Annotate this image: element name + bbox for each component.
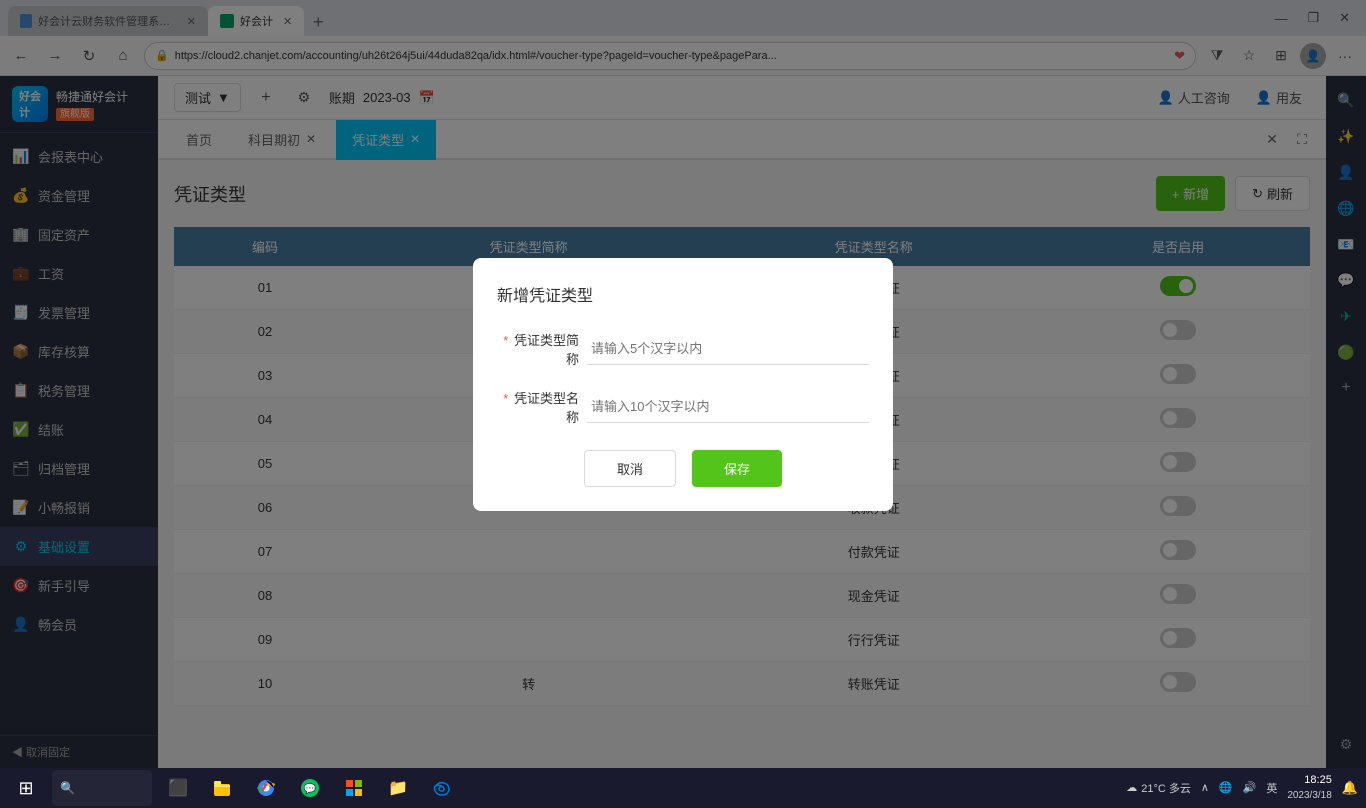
required-mark-name: *: [503, 391, 508, 406]
modal-overlay: 新增凭证类型 * 凭证类型简称 * 凭证类型名称 取消 保存: [0, 0, 1366, 768]
start-btn[interactable]: ⊞: [8, 770, 44, 806]
volume-icon: 🔊: [1243, 781, 1257, 794]
taskbar-up-arrow[interactable]: ∧: [1201, 781, 1209, 794]
form-item-name: * 凭证类型名称: [497, 388, 869, 426]
notification-btn[interactable]: 🔔: [1342, 780, 1358, 796]
search-taskbar-btn[interactable]: 🔍: [52, 770, 152, 806]
wechat-btn[interactable]: 💬: [292, 770, 328, 806]
short-input[interactable]: [587, 333, 869, 365]
taskbar-folder-btn[interactable]: 📁: [380, 770, 416, 806]
edge-taskbar-btn[interactable]: [424, 770, 460, 806]
modal-title: 新增凭证类型: [497, 282, 869, 306]
weather-icon: ☁: [1126, 781, 1137, 794]
taskbar-date: 2023/3/18: [1287, 789, 1332, 803]
name-input[interactable]: [587, 391, 869, 423]
cancel-button[interactable]: 取消: [584, 450, 676, 487]
taskbar-lang[interactable]: 英: [1266, 780, 1277, 796]
taskbar-right: ☁ 21°C 多云 ∧ 🌐 🔊 英 18:25 2023/3/18 🔔: [1126, 773, 1358, 802]
chrome-btn[interactable]: [248, 770, 284, 806]
svg-text:💬: 💬: [304, 782, 317, 795]
wifi-icon: 🌐: [1219, 781, 1233, 794]
weather-temp: 21°C 多云: [1141, 780, 1191, 796]
weather-info: ☁ 21°C 多云: [1126, 780, 1191, 796]
taskbar-time: 18:25: [1287, 773, 1332, 788]
form-label-short: * 凭证类型简称: [497, 330, 587, 368]
modal-footer: 取消 保存: [497, 450, 869, 487]
file-explorer-btn[interactable]: [204, 770, 240, 806]
task-view-btn[interactable]: ⬛: [160, 770, 196, 806]
win-store-btn[interactable]: [336, 770, 372, 806]
taskbar-time-block[interactable]: 18:25 2023/3/18: [1287, 773, 1332, 802]
save-button[interactable]: 保存: [692, 450, 782, 487]
modal-dialog: 新增凭证类型 * 凭证类型简称 * 凭证类型名称 取消 保存: [473, 258, 893, 511]
form-item-short: * 凭证类型简称: [497, 330, 869, 368]
taskbar: ⊞ 🔍 ⬛ 💬 📁 ☁ 21°C 多云 ∧ 🌐 🔊 英 18:25 2023/3…: [0, 768, 1366, 808]
form-label-name: * 凭证类型名称: [497, 388, 587, 426]
required-mark-short: *: [503, 333, 508, 348]
